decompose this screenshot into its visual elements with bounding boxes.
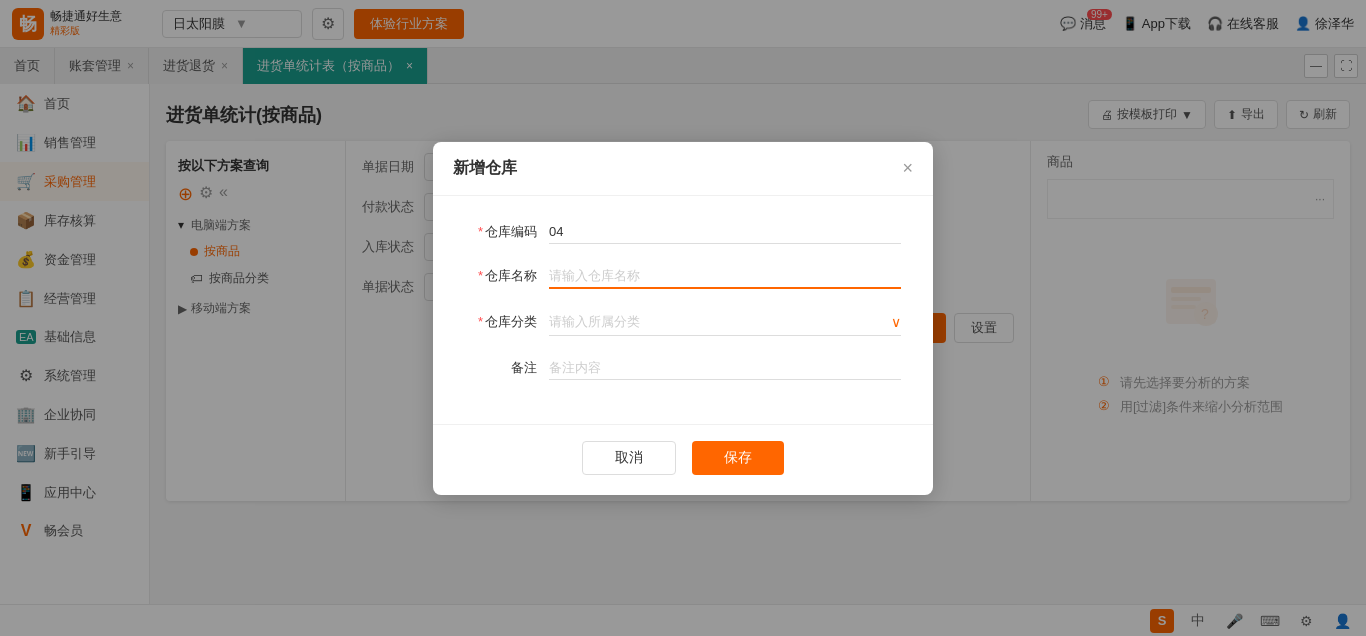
warehouse-name-input[interactable] [549, 264, 901, 289]
warehouse-note-input[interactable] [549, 356, 901, 380]
modal-overlay: 新增仓库 × 仓库编码 仓库名称 仓库分类 请输入所属分类 ∨ [0, 0, 1366, 636]
new-warehouse-modal: 新增仓库 × 仓库编码 仓库名称 仓库分类 请输入所属分类 ∨ [433, 142, 933, 495]
modal-header: 新增仓库 × [433, 142, 933, 196]
code-label: 仓库编码 [465, 223, 537, 241]
form-row-category: 仓库分类 请输入所属分类 ∨ [465, 309, 901, 336]
category-placeholder: 请输入所属分类 [549, 313, 640, 331]
warehouse-code-input[interactable] [549, 220, 901, 244]
category-dropdown-icon: ∨ [891, 314, 901, 330]
modal-footer: 取消 保存 [433, 424, 933, 495]
cancel-button[interactable]: 取消 [582, 441, 676, 475]
form-row-name: 仓库名称 [465, 264, 901, 289]
modal-close-icon[interactable]: × [902, 159, 913, 177]
form-row-code: 仓库编码 [465, 220, 901, 244]
modal-title: 新增仓库 [453, 158, 517, 179]
note-label: 备注 [465, 359, 537, 377]
modal-body: 仓库编码 仓库名称 仓库分类 请输入所属分类 ∨ 备注 [433, 196, 933, 424]
category-label: 仓库分类 [465, 313, 537, 331]
form-row-note: 备注 [465, 356, 901, 380]
name-label: 仓库名称 [465, 267, 537, 285]
save-button[interactable]: 保存 [692, 441, 784, 475]
warehouse-category-select[interactable]: 请输入所属分类 ∨ [549, 309, 901, 336]
